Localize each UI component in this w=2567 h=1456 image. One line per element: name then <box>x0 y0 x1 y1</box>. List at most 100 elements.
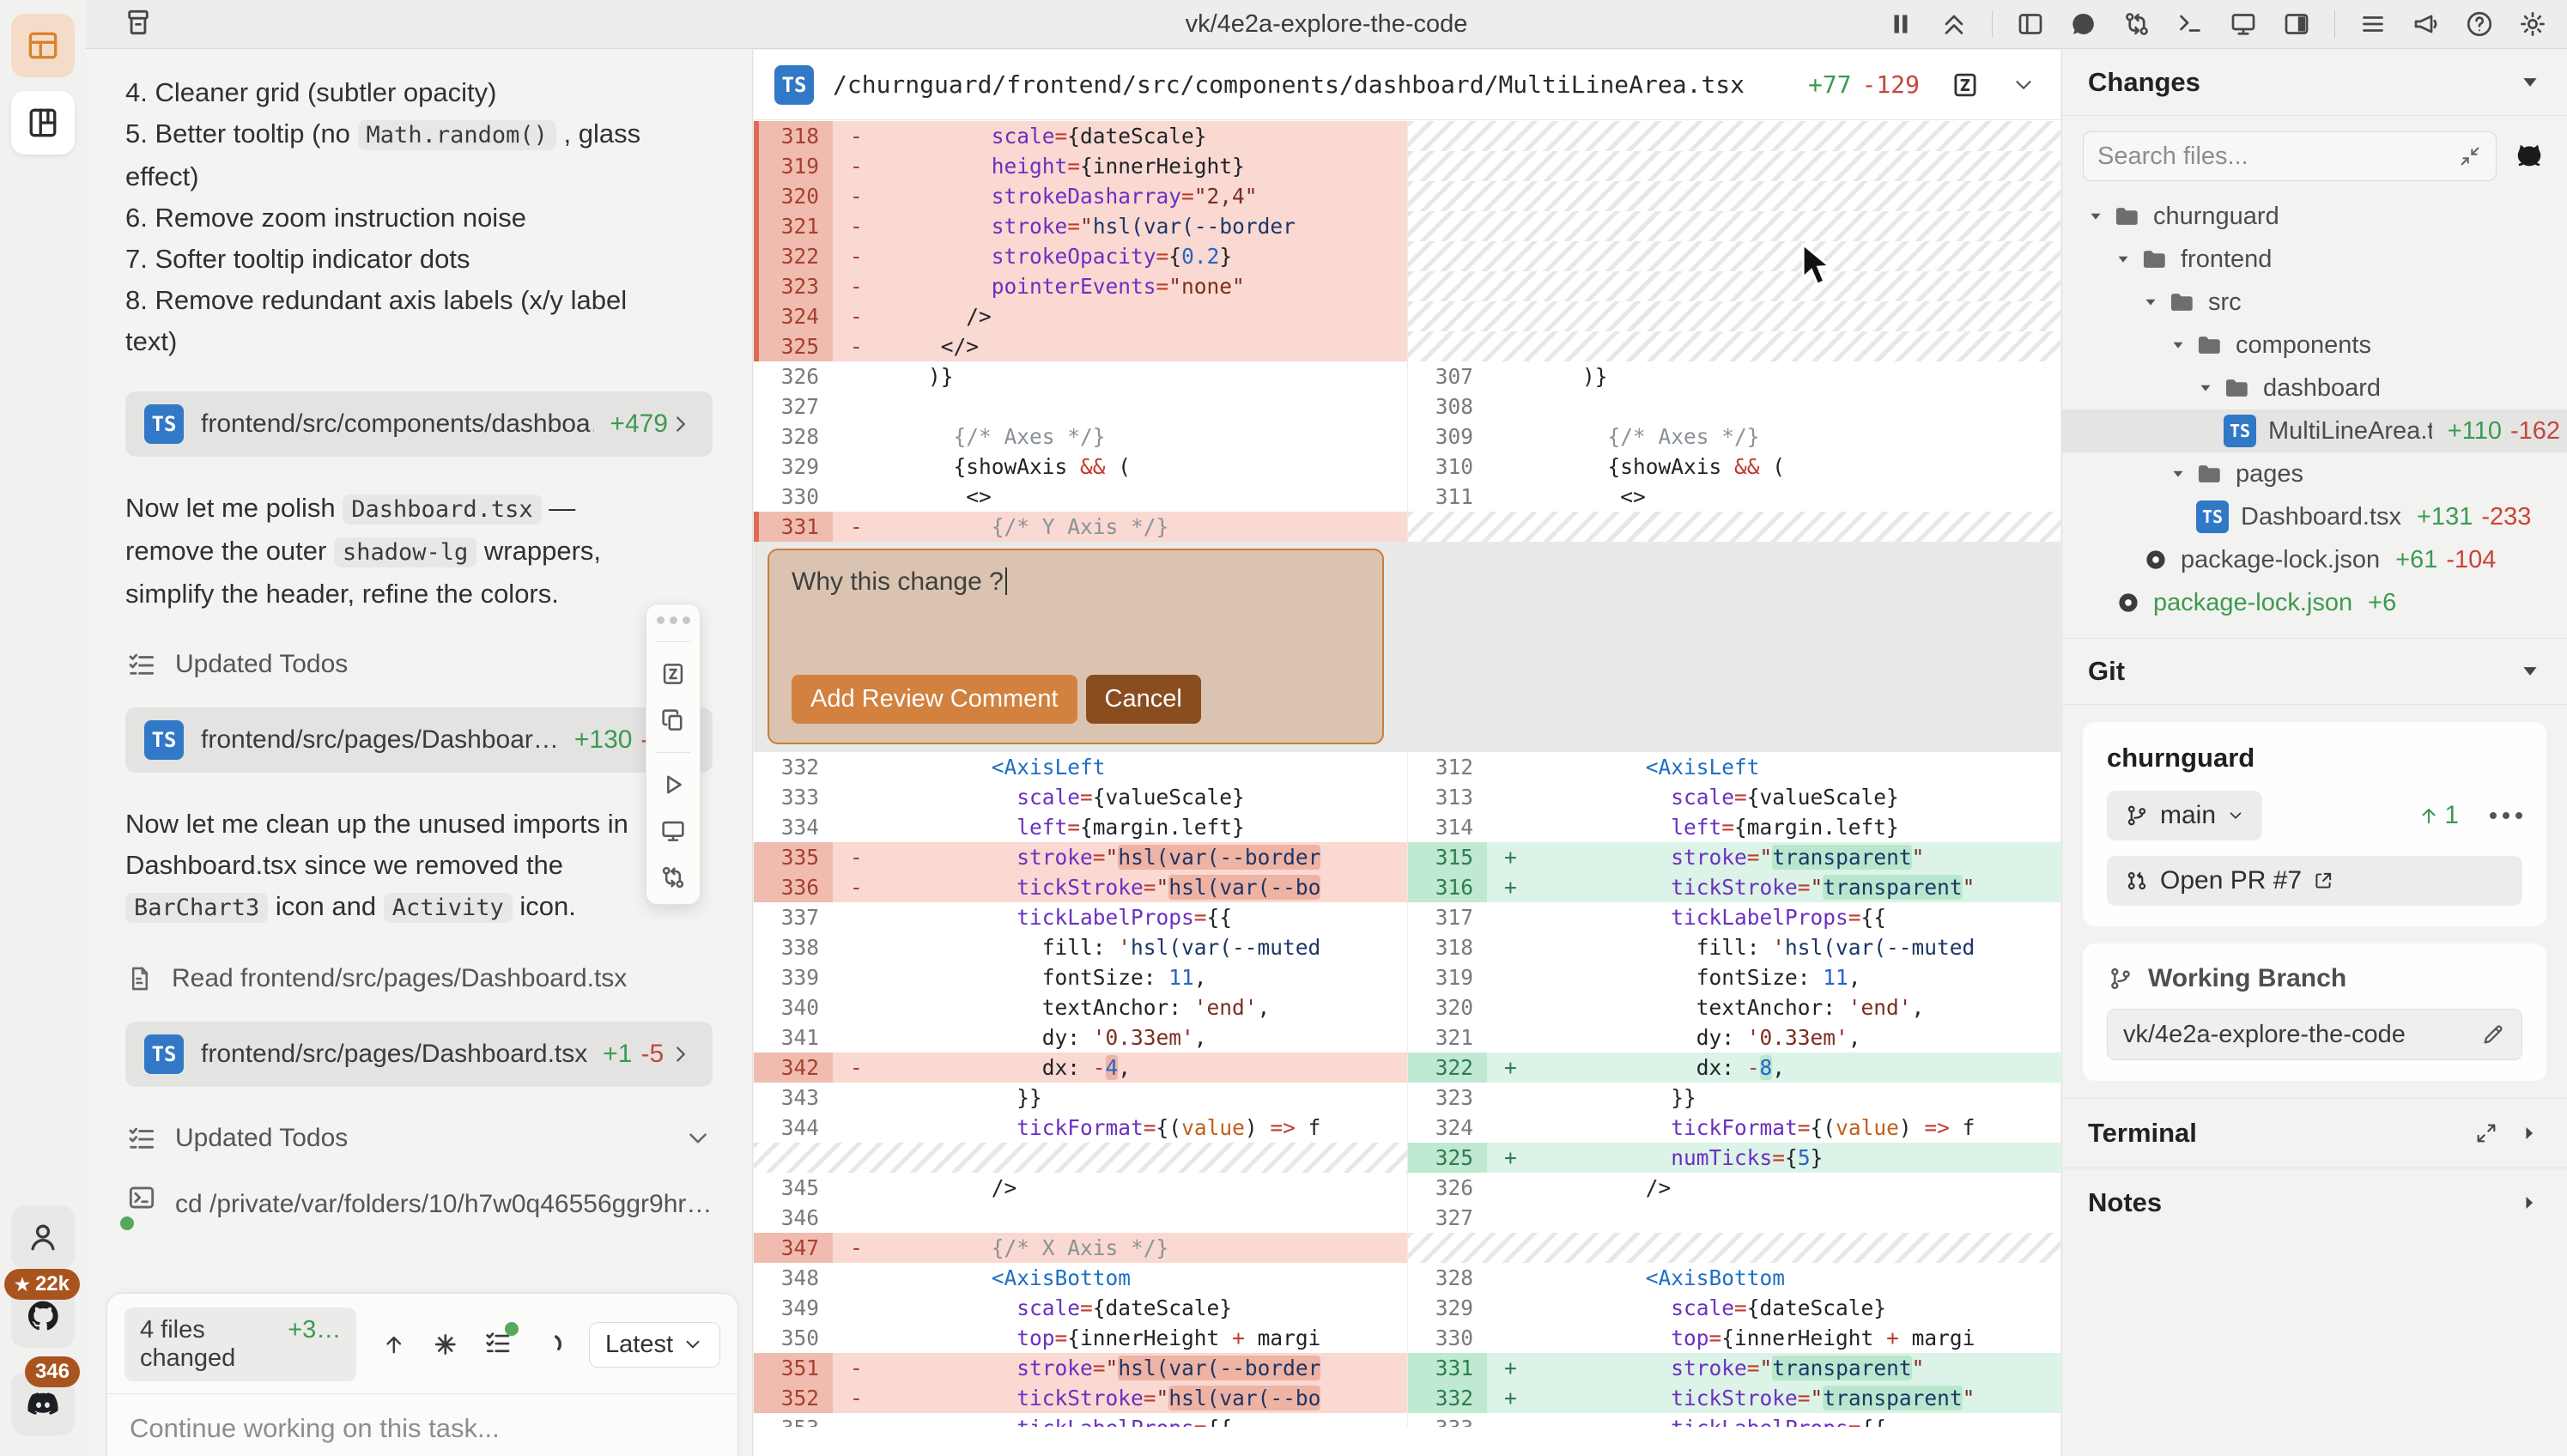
diff-filler-row[interactable] <box>1408 1233 2060 1263</box>
diff-code-row[interactable]: 327 <box>754 391 1407 422</box>
diff-code-row[interactable]: 331+ stroke="transparent" <box>1408 1353 2060 1383</box>
diff-code-row[interactable]: 326 /> <box>1408 1173 2060 1203</box>
working-branch-input[interactable]: vk/4e2a-explore-the-code <box>2107 1009 2522 1060</box>
terminal-command-row[interactable]: cd /private/var/folders/10/h7w0q46556ggr… <box>125 1181 713 1227</box>
diff-filler-row[interactable] <box>754 1143 1407 1173</box>
diff-code-row[interactable]: 341 dy: '0.33em', <box>754 1022 1407 1053</box>
review-comment-box[interactable]: Why this change ? Add Review Comment Can… <box>768 549 1384 744</box>
spark-icon[interactable] <box>432 1329 459 1360</box>
diff-code-row[interactable]: 340 textAnchor: 'end', <box>754 992 1407 1022</box>
diff-code-row[interactable]: 343 }} <box>754 1083 1407 1113</box>
diff-code-row[interactable]: 320 textAnchor: 'end', <box>1408 992 2060 1022</box>
diff-code-row[interactable]: 309 {/* Axes */} <box>1408 422 2060 452</box>
tree-folder-pages[interactable]: pages <box>2062 452 2567 495</box>
diff-code-row[interactable]: 317 tickLabelProps={{ <box>1408 902 2060 932</box>
diff-filler-row[interactable] <box>1408 512 2060 542</box>
diff-code-row[interactable]: 339 fontSize: 11, <box>754 962 1407 992</box>
diff-code-row[interactable]: 322- strokeOpacity={0.2} <box>754 241 1407 271</box>
diff-code-row[interactable]: 333 scale={valueScale} <box>754 782 1407 812</box>
diff-code-row[interactable]: 319- height={innerHeight} <box>754 151 1407 181</box>
diff-code-row[interactable]: 329 scale={dateScale} <box>1408 1293 2060 1323</box>
copy-icon[interactable] <box>658 706 688 735</box>
diff-code-row[interactable]: 337 tickLabelProps={{ <box>754 902 1407 932</box>
file-change-chip[interactable]: TS frontend/src/components/dashboa… +479 <box>125 391 713 457</box>
diff-code-row[interactable]: 314 left={margin.left} <box>1408 812 2060 842</box>
diff-filler-row[interactable] <box>1408 181 2060 211</box>
tree-file-package-lock.json[interactable]: package-lock.json+61-104 <box>2062 538 2567 581</box>
updated-todos-row[interactable]: Updated Todos <box>125 644 713 685</box>
chevron-down-icon[interactable] <box>683 1124 713 1153</box>
chat-bubble-icon[interactable] <box>2068 9 2099 39</box>
diff-code-row[interactable]: 307 )} <box>1408 361 2060 391</box>
git-section-header[interactable]: Git <box>2062 638 2567 705</box>
diff-code-row[interactable]: 311 <> <box>1408 482 2060 512</box>
updated-todos-row[interactable]: Updated Todos <box>125 1118 713 1159</box>
diff-code-row[interactable]: 312 <AxisLeft <box>1408 752 2060 782</box>
diff-filler-row[interactable] <box>1408 211 2060 241</box>
drag-handle-icon[interactable] <box>657 616 690 624</box>
tree-folder-churnguard[interactable]: churnguard <box>2062 195 2567 238</box>
menu-icon[interactable] <box>2358 9 2388 39</box>
read-file-row[interactable]: Read frontend/src/pages/Dashboard.tsx <box>125 958 713 999</box>
diff-code-row[interactable]: 308 <box>1408 391 2060 422</box>
diff-code-row[interactable]: 321 dy: '0.33em', <box>1408 1022 2060 1053</box>
pause-icon[interactable] <box>1885 9 1916 39</box>
chevrons-up-icon[interactable] <box>1939 9 1969 39</box>
panel-right-icon[interactable] <box>2281 9 2312 39</box>
diff-code-row[interactable]: 335- stroke="hsl(var(--border <box>754 842 1407 872</box>
diff-code-row[interactable]: 353 tickLabelProps={{ <box>754 1413 1407 1427</box>
diff-code-row[interactable]: 325- </> <box>754 331 1407 361</box>
diff-body[interactable]: 318- scale={dateScale}319- height={inner… <box>754 121 2060 1456</box>
arrow-up-icon[interactable] <box>380 1329 408 1360</box>
diff-code-row[interactable]: 334 left={margin.left} <box>754 812 1407 842</box>
diff-code-row[interactable]: 318- scale={dateScale} <box>754 121 1407 151</box>
diff-code-row[interactable]: 336- tickStroke="hsl(var(--bo <box>754 872 1407 902</box>
diff-code-row[interactable]: 321- stroke="hsl(var(--border <box>754 211 1407 241</box>
diff-code-row[interactable]: 323 }} <box>1408 1083 2060 1113</box>
diff-code-row[interactable]: 349 scale={dateScale} <box>754 1293 1407 1323</box>
diff-filler-row[interactable] <box>1408 271 2060 301</box>
diff-code-row[interactable]: 346 <box>754 1203 1407 1233</box>
diff-code-row[interactable]: 319 fontSize: 11, <box>1408 962 2060 992</box>
diff-code-row[interactable]: 327 <box>1408 1203 2060 1233</box>
caret-right-icon[interactable] <box>2517 1121 2541 1145</box>
play-icon[interactable] <box>658 770 688 799</box>
files-changed-chip[interactable]: 4 files changed +3… <box>124 1307 356 1381</box>
diff-code-row[interactable]: 338 fill: 'hsl(var(--muted <box>754 932 1407 962</box>
notes-section-header[interactable]: Notes <box>2062 1168 2567 1237</box>
megaphone-icon[interactable] <box>2411 9 2442 39</box>
diff-code-row[interactable]: 313 scale={valueScale} <box>1408 782 2060 812</box>
discord-button[interactable]: 346 <box>11 1372 75 1435</box>
diff-code-row[interactable]: 316+ tickStroke="transparent" <box>1408 872 2060 902</box>
diff-code-row[interactable]: 332 <AxisLeft <box>754 752 1407 782</box>
latest-dropdown[interactable]: Latest <box>589 1322 720 1368</box>
diff-code-row[interactable]: 326 )} <box>754 361 1407 391</box>
file-change-chip[interactable]: TS frontend/src/pages/Dashboar… +130 -22 <box>125 707 713 773</box>
tree-file-package-lock.json[interactable]: package-lock.json+6 <box>2062 581 2567 624</box>
search-files-input[interactable]: Search files... <box>2083 131 2497 181</box>
cat-icon[interactable] <box>2512 139 2546 173</box>
message-input[interactable]: Continue working on this task... <box>107 1394 737 1444</box>
panel-left-icon[interactable] <box>2015 9 2046 39</box>
monitor-icon[interactable] <box>2228 9 2259 39</box>
board-view-button[interactable] <box>11 91 75 155</box>
diff-code-row[interactable]: 318 fill: 'hsl(var(--muted <box>1408 932 2060 962</box>
file-change-chip[interactable]: TS frontend/src/pages/Dashboard.tsx +1 -… <box>125 1022 713 1087</box>
diff-code-row[interactable]: 347- {/* X Axis */} <box>754 1233 1407 1263</box>
tree-file-Dashboard.tsx[interactable]: TSDashboard.tsx+131-233 <box>2062 495 2567 538</box>
diff-code-row[interactable]: 330 <> <box>754 482 1407 512</box>
git-compare-icon[interactable] <box>2121 9 2152 39</box>
expand-icon[interactable] <box>2474 1121 2498 1145</box>
pencil-icon[interactable] <box>2480 1022 2506 1047</box>
add-review-comment-button[interactable]: Add Review Comment <box>792 675 1077 724</box>
ahead-indicator[interactable]: 1 <box>2417 801 2459 830</box>
github-button[interactable]: ★22k <box>11 1284 75 1348</box>
diff-code-row[interactable]: 350 top={innerHeight + margi <box>754 1323 1407 1353</box>
git-compare-icon[interactable] <box>658 863 688 892</box>
tree-folder-frontend[interactable]: frontend <box>2062 238 2567 281</box>
diff-code-row[interactable]: 344 tickFormat={(value) => f <box>754 1113 1407 1143</box>
diff-code-row[interactable]: 310 {showAxis && ( <box>1408 452 2060 482</box>
open-pr-button[interactable]: Open PR #7 <box>2107 856 2522 906</box>
tree-folder-components[interactable]: components <box>2062 324 2567 367</box>
terminal-section-header[interactable]: Terminal <box>2062 1098 2567 1168</box>
